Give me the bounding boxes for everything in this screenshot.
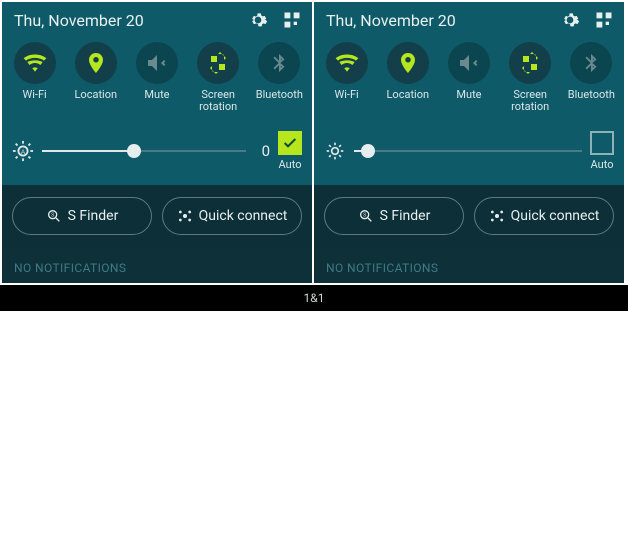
gear-icon[interactable] [248, 10, 268, 30]
mute-toggle[interactable]: Mute [128, 42, 186, 113]
search-icon: S [46, 208, 62, 224]
svg-text:S: S [363, 213, 366, 219]
notifications-area: NO NOTIFICATIONS [2, 247, 312, 283]
mute-icon [448, 42, 490, 84]
brightness-icon [324, 141, 346, 161]
date-text: Thu, November 20 [326, 11, 456, 30]
wifi-icon [14, 42, 56, 84]
quick-toggles-row: Wi-Fi Location Mute Screen rotation Blue… [314, 36, 624, 123]
toggle-label: Screen rotation [189, 89, 247, 113]
connect-icon [177, 208, 193, 224]
wifi-icon [326, 42, 368, 84]
button-label: S Finder [68, 208, 119, 224]
brightness-slider[interactable] [354, 141, 582, 161]
location-icon [387, 42, 429, 84]
action-buttons-row: S S Finder Quick connect [314, 185, 624, 247]
auto-label: Auto [591, 158, 614, 171]
button-label: S Finder [380, 208, 431, 224]
no-notifications-text: NO NOTIFICATIONS [14, 261, 300, 275]
wifi-toggle[interactable]: Wi-Fi [318, 42, 376, 113]
rotation-toggle[interactable]: Screen rotation [501, 42, 559, 113]
auto-label: Auto [279, 158, 302, 171]
toggle-label: Wi-Fi [22, 89, 46, 101]
s-finder-button[interactable]: S S Finder [12, 197, 152, 235]
bluetooth-toggle[interactable]: Bluetooth [250, 42, 308, 113]
panel-header: Thu, November 20 [2, 2, 312, 36]
grid-icon[interactable] [594, 10, 614, 30]
auto-brightness-checkbox[interactable] [278, 131, 302, 155]
bluetooth-icon [570, 42, 612, 84]
quick-connect-button[interactable]: Quick connect [162, 197, 302, 235]
wifi-toggle[interactable]: Wi-Fi [6, 42, 64, 113]
toggle-label: Mute [456, 89, 481, 101]
button-label: Quick connect [199, 208, 288, 224]
toggle-label: Bluetooth [568, 89, 615, 101]
action-buttons-row: S S Finder Quick connect [2, 185, 312, 247]
toggle-label: Bluetooth [256, 89, 303, 101]
date-text: Thu, November 20 [14, 11, 144, 30]
bluetooth-toggle[interactable]: Bluetooth [562, 42, 620, 113]
notification-panel: Thu, November 20 Wi-Fi Location Mute Scr… [314, 2, 624, 283]
brightness-slider[interactable] [42, 141, 246, 161]
brightness-row: Auto [314, 123, 624, 185]
location-toggle[interactable]: Location [67, 42, 125, 113]
mute-icon [136, 42, 178, 84]
quick-toggles-row: Wi-Fi Location Mute Screen rotation Blue… [2, 36, 312, 123]
connect-icon [489, 208, 505, 224]
panel-header: Thu, November 20 [314, 2, 624, 36]
toggle-label: Mute [144, 89, 169, 101]
bluetooth-icon [258, 42, 300, 84]
svg-text:A: A [21, 149, 26, 156]
brightness-row: A 0 Auto [2, 123, 312, 185]
rotation-icon [197, 42, 239, 84]
toggle-label: Screen rotation [501, 89, 559, 113]
notification-panel: Thu, November 20 Wi-Fi Location Mute Scr… [2, 2, 312, 283]
brightness-value: 0 [254, 142, 270, 160]
button-label: Quick connect [511, 208, 600, 224]
auto-brightness-checkbox[interactable] [590, 131, 614, 155]
footer-bar: 1&1 [0, 285, 628, 311]
svg-text:S: S [51, 213, 54, 219]
brightness-auto-icon: A [12, 140, 34, 162]
search-icon: S [358, 208, 374, 224]
gear-icon[interactable] [560, 10, 580, 30]
location-toggle[interactable]: Location [379, 42, 437, 113]
toggle-label: Wi-Fi [334, 89, 358, 101]
s-finder-button[interactable]: S S Finder [324, 197, 464, 235]
toggle-label: Location [387, 89, 430, 101]
rotation-icon [509, 42, 551, 84]
toggle-label: Location [75, 89, 118, 101]
quick-connect-button[interactable]: Quick connect [474, 197, 614, 235]
no-notifications-text: NO NOTIFICATIONS [326, 261, 612, 275]
mute-toggle[interactable]: Mute [440, 42, 498, 113]
rotation-toggle[interactable]: Screen rotation [189, 42, 247, 113]
notifications-area: NO NOTIFICATIONS [314, 247, 624, 283]
location-icon [75, 42, 117, 84]
grid-icon[interactable] [282, 10, 302, 30]
